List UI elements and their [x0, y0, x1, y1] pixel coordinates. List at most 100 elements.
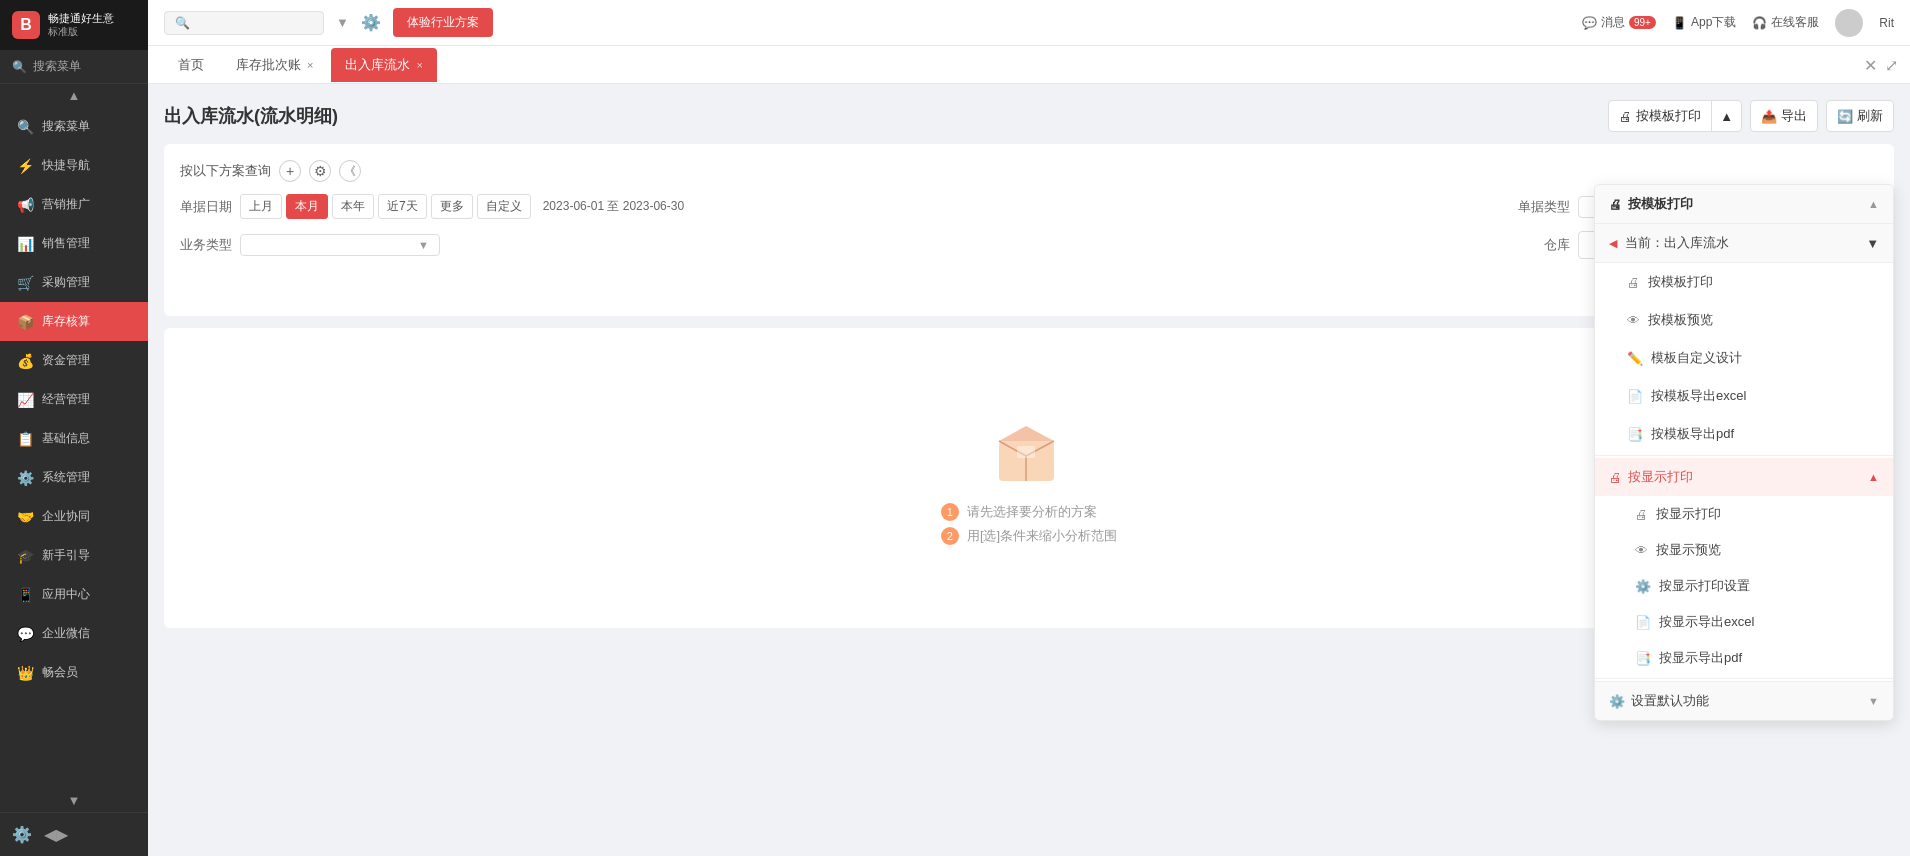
- sidebar-item-member[interactable]: 👑畅会员: [0, 653, 148, 692]
- sidebar-logo: B 畅捷通好生意 标准版: [0, 0, 148, 50]
- sidebar-item-enterprise[interactable]: 🤝企业协同: [0, 497, 148, 536]
- dropdown-display-export-excel[interactable]: 📄 按显示导出excel: [1595, 604, 1893, 640]
- header-search[interactable]: 🔍: [164, 11, 324, 35]
- refresh-btn[interactable]: 🔄 刷新: [1826, 100, 1894, 132]
- biztype-select[interactable]: ▼: [240, 234, 440, 256]
- filter-add-btn[interactable]: +: [279, 160, 301, 182]
- tab-batch-account-label: 库存批次账: [236, 56, 301, 74]
- print-template-btn[interactable]: 🖨 按模板打印: [1609, 101, 1712, 131]
- scroll-down-btn[interactable]: ▼: [0, 789, 148, 812]
- biztype-filter-field: 业务类型 ▼: [180, 234, 440, 256]
- scroll-up-btn[interactable]: ▲: [0, 84, 148, 107]
- user-avatar[interactable]: [1835, 9, 1863, 37]
- display-excel-icon: 📄: [1635, 615, 1651, 630]
- dropdown-display-preview[interactable]: 👁 按显示预览: [1595, 532, 1893, 568]
- app-download-btn[interactable]: 📱 App下载: [1672, 14, 1736, 31]
- gear-icon[interactable]: ⚙️: [361, 13, 381, 32]
- display-preview-label: 按显示预览: [1656, 541, 1721, 559]
- date-btn-custom[interactable]: 自定义: [477, 194, 531, 219]
- member-icon: 👑: [16, 665, 34, 681]
- search-label: 搜索菜单: [33, 58, 81, 75]
- date-btn-current-year[interactable]: 本年: [332, 194, 374, 219]
- export-btn[interactable]: 📤 导出: [1750, 100, 1818, 132]
- dropdown-display-print[interactable]: 🖨 按显示打印: [1595, 496, 1893, 532]
- basic-icon: 📋: [16, 431, 34, 447]
- sidebar: B 畅捷通好生意 标准版 🔍 搜索菜单 ▲ 🔍搜索菜单⚡快捷导航📢营销推广📊销售…: [0, 0, 148, 856]
- sidebar-item-tutorial[interactable]: 🎓 新手引导: [0, 536, 148, 575]
- download-icon: 📱: [1672, 16, 1687, 30]
- template-export-excel-label: 按模板导出excel: [1651, 387, 1746, 405]
- sidebar-item-quick-nav[interactable]: ⚡快捷导航: [0, 146, 148, 185]
- tab-home-label: 首页: [178, 56, 204, 74]
- printer-small-icon: 🖨: [1627, 275, 1640, 290]
- sidebar-item-label-search: 搜索菜单: [42, 118, 90, 135]
- date-btn-current-month[interactable]: 本月: [286, 194, 328, 219]
- sidebar-item-wechat[interactable]: 💬企业微信: [0, 614, 148, 653]
- tab-batch-account-close[interactable]: ×: [307, 59, 313, 71]
- expand-icon[interactable]: ⤢: [1885, 55, 1898, 74]
- dropdown-template-custom[interactable]: ✏️ 模板自定义设计: [1595, 339, 1893, 377]
- dropdown-display-export-pdf[interactable]: 📑 按显示导出pdf: [1595, 640, 1893, 676]
- date-btn-more[interactable]: 更多: [431, 194, 473, 219]
- sidebar-item-purchase[interactable]: 🛒采购管理: [0, 263, 148, 302]
- filter-settings-btn[interactable]: ⚙: [309, 160, 331, 182]
- sidebar-item-marketing[interactable]: 📢营销推广: [0, 185, 148, 224]
- dropdown-display-print-settings[interactable]: ⚙️ 按显示打印设置: [1595, 568, 1893, 604]
- collapse-icon[interactable]: ◀▶: [44, 825, 68, 844]
- industry-btn[interactable]: 体验行业方案: [393, 8, 493, 37]
- date-field-label: 单据日期: [180, 198, 232, 216]
- dropdown-arrow-icon[interactable]: ▼: [336, 15, 349, 30]
- message-btn[interactable]: 💬 消息 99+: [1582, 14, 1656, 31]
- dropdown-footer-label: ⚙️ 设置默认功能: [1609, 692, 1709, 710]
- date-btn-last-month[interactable]: 上月: [240, 194, 282, 219]
- dropdown-template-export-pdf[interactable]: 📑 按模板导出pdf: [1595, 415, 1893, 453]
- sidebar-item-appstore[interactable]: 📱应用中心: [0, 575, 148, 614]
- sidebar-footer: ⚙️ ◀▶: [0, 812, 148, 856]
- dropdown-footer[interactable]: ⚙️ 设置默认功能 ▼: [1595, 681, 1893, 720]
- sidebar-item-inventory[interactable]: 📦库存核算: [0, 302, 148, 341]
- tab-flow[interactable]: 出入库流水 ×: [331, 48, 436, 82]
- online-service-btn[interactable]: 🎧 在线客服: [1752, 14, 1819, 31]
- display-chevron-icon: ▲: [1868, 471, 1879, 483]
- sidebar-item-label-sales: 销售管理: [42, 235, 90, 252]
- quick-nav-icon: ⚡: [16, 158, 34, 174]
- display-section-header[interactable]: 🖨 按显示打印 ▲: [1595, 458, 1893, 496]
- step-2-label: 用[选]条件来缩小分析范围: [967, 527, 1117, 545]
- date-btn-last-7days[interactable]: 近7天: [378, 194, 427, 219]
- sidebar-item-sales[interactable]: 📊销售管理: [0, 224, 148, 263]
- filter-header: 按以下方案查询 + ⚙ 《: [180, 160, 1878, 182]
- date-filter-field: 单据日期 上月 本月 本年 近7天 更多 自定义 2023-06-01 至 20…: [180, 194, 684, 219]
- close-panel-icon[interactable]: ✕: [1864, 55, 1877, 74]
- sidebar-item-basic[interactable]: 📋 基础信息: [0, 419, 148, 458]
- dropdown-template-export-excel[interactable]: 📄 按模板导出excel: [1595, 377, 1893, 415]
- dropdown-current-item[interactable]: ◀ 当前：出入库流水 ▼: [1595, 224, 1893, 263]
- display-print-settings-label: 按显示打印设置: [1659, 577, 1750, 595]
- template-export-pdf-label: 按模板导出pdf: [1651, 425, 1734, 443]
- sidebar-item-label-basic: 基础信息: [42, 430, 90, 447]
- display-section-label: 按显示打印: [1628, 468, 1693, 486]
- tab-flow-close[interactable]: ×: [416, 59, 422, 71]
- filter-collapse-btn[interactable]: 《: [339, 160, 361, 182]
- system-icon: ⚙️: [16, 470, 34, 486]
- dropdown-template-print[interactable]: 🖨 按模板打印: [1595, 263, 1893, 301]
- refresh-label: 刷新: [1857, 107, 1883, 125]
- sidebar-item-operations[interactable]: 📈经营管理: [0, 380, 148, 419]
- tutorial-icon: 🎓: [16, 548, 34, 564]
- steps: 1 请先选择要分析的方案 2 用[选]条件来缩小分析范围: [941, 503, 1117, 545]
- tab-home[interactable]: 首页: [164, 48, 218, 82]
- sidebar-item-label-tutorial: 新手引导: [42, 547, 90, 564]
- sidebar-item-system[interactable]: ⚙️系统管理: [0, 458, 148, 497]
- dropdown-template-preview[interactable]: 👁 按模板预览: [1595, 301, 1893, 339]
- filter-section-label: 按以下方案查询: [180, 162, 271, 180]
- print-dropdown-panel: 🖨 按模板打印 ▲ ◀ 当前：出入库流水 ▼ 🖨 按模板打印 👁 按模板预览: [1594, 184, 1894, 721]
- sidebar-search[interactable]: 🔍 搜索菜单: [0, 50, 148, 84]
- print-dropdown-arrow[interactable]: ▲: [1712, 103, 1741, 130]
- svg-rect-5: [1017, 446, 1035, 458]
- sidebar-item-search[interactable]: 🔍搜索菜单: [0, 107, 148, 146]
- display-export-pdf-label: 按显示导出pdf: [1659, 649, 1742, 667]
- date-range-display: 2023-06-01 至 2023-06-30: [543, 198, 684, 215]
- sidebar-item-finance[interactable]: 💰资金管理: [0, 341, 148, 380]
- tab-batch-account[interactable]: 库存批次账 ×: [222, 48, 327, 82]
- settings-icon[interactable]: ⚙️: [12, 825, 32, 844]
- biztype-arrow-icon: ▼: [418, 239, 429, 251]
